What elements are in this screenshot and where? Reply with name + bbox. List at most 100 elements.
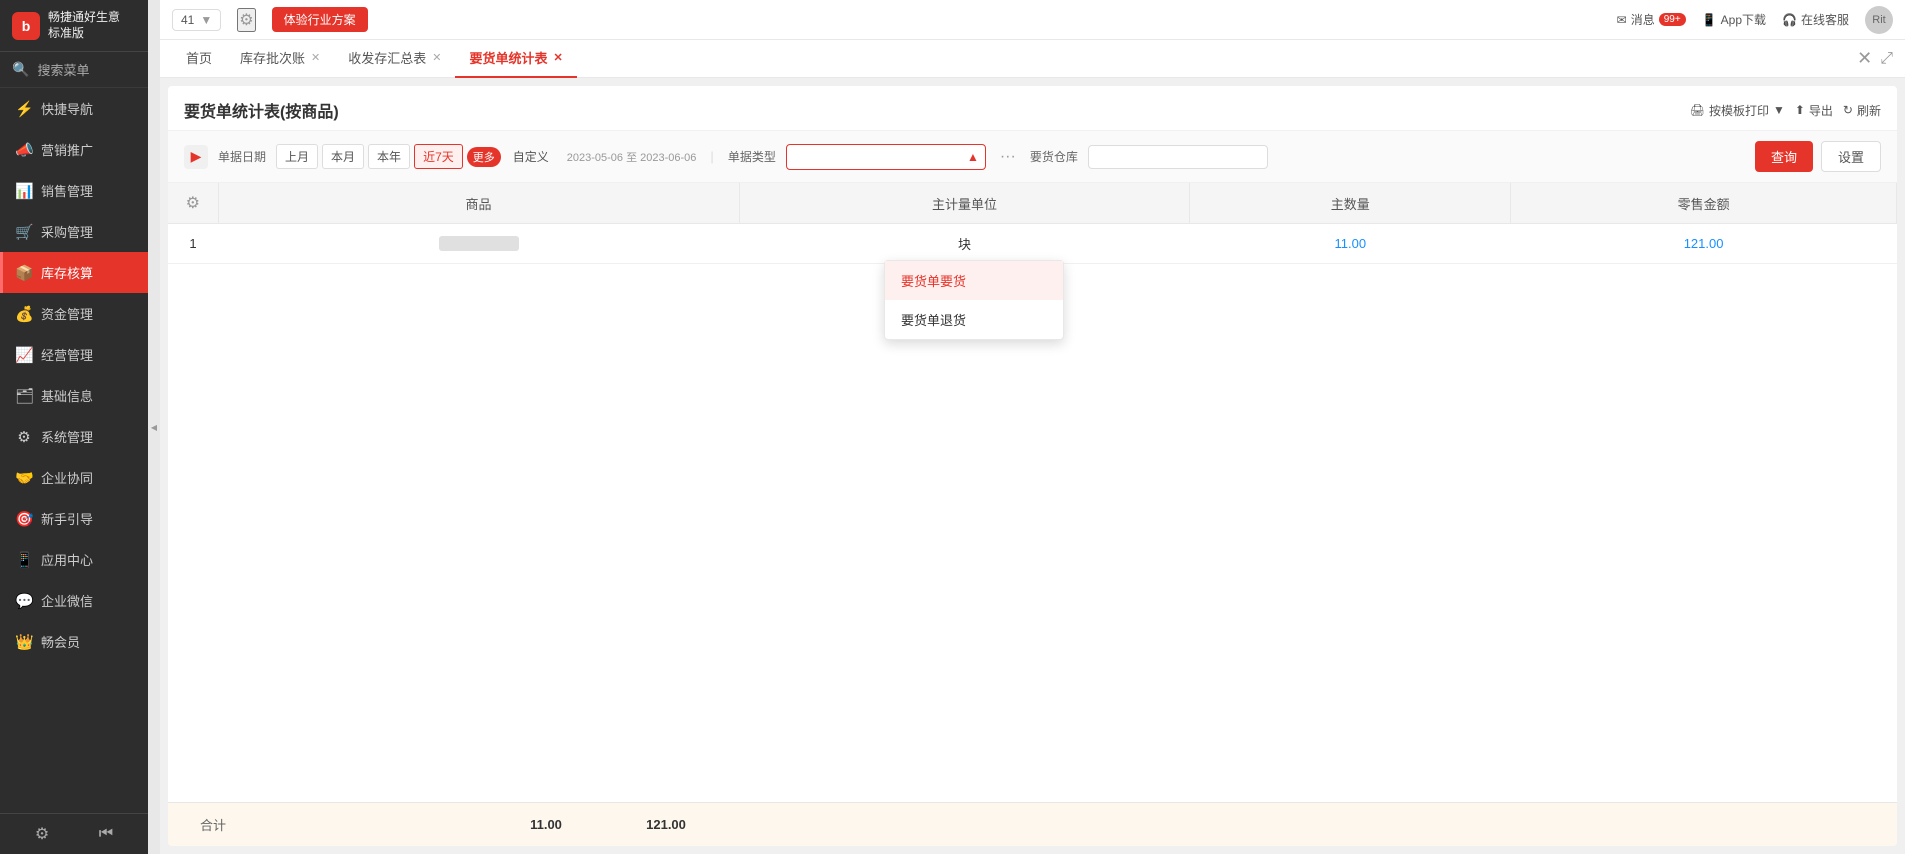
sidebar-collapse-handle[interactable]	[148, 0, 160, 854]
sidebar-item-member[interactable]: 👑 畅会员	[0, 621, 148, 662]
date-this-year-btn[interactable]: 本年	[368, 144, 410, 169]
refresh-btn[interactable]: ↻ 刷新	[1843, 102, 1881, 119]
message-item[interactable]: ✉ 消息 99+	[1617, 11, 1686, 28]
export-icon: ⬆	[1795, 103, 1805, 117]
print-label: 按模板打印	[1709, 102, 1769, 119]
filter-toggle-btn[interactable]: ▶	[184, 145, 208, 169]
sidebar-item-label: 畅会员	[41, 632, 80, 651]
tab-inventory-batch[interactable]: 库存批次账 ✕	[226, 40, 334, 78]
type-filter-wrapper[interactable]: ▲	[786, 144, 986, 170]
date-this-month-btn[interactable]: 本月	[322, 144, 364, 169]
dropdown-item-order-return[interactable]: 要货单退货	[885, 300, 1063, 339]
member-icon: 👑	[15, 633, 33, 651]
top-bar: 41 ▼ ⚙ 体验行业方案 ✉ 消息 99+ 📱 App下载 🎧 在线客服 Ri…	[160, 0, 1905, 40]
app-download-label: App下载	[1721, 11, 1766, 28]
online-service-item[interactable]: 🎧 在线客服	[1782, 11, 1849, 28]
product-name-blurred	[439, 236, 519, 251]
column-settings-icon[interactable]: ⚙	[186, 195, 200, 212]
store-selector[interactable]: 41 ▼	[172, 9, 221, 31]
sidebar-nav: ⚡ 快捷导航 📣 营销推广 📊 销售管理 🛒 采购管理 📦 库存核算 💰 资金管…	[0, 88, 148, 813]
refresh-label: 刷新	[1857, 102, 1881, 119]
table-footer: 合计 11.00 121.00	[168, 802, 1897, 846]
sidebar-item-label: 经营管理	[41, 345, 93, 364]
sidebar-search[interactable]: 🔍 搜索菜单	[0, 52, 148, 88]
filter-divider-1: |	[710, 149, 713, 164]
sidebar-item-inventory[interactable]: 📦 库存核算	[0, 252, 148, 293]
collapse-icon[interactable]: ⏮	[99, 825, 113, 843]
sidebar-item-app-center[interactable]: 📱 应用中心	[0, 539, 148, 580]
print-template-btn[interactable]: 🖨 按模板打印 ▼	[1690, 102, 1785, 119]
search-icon: 🔍	[12, 61, 29, 78]
sidebar-item-guide[interactable]: 🎯 新手引导	[0, 498, 148, 539]
settings-bottom-icon[interactable]: ⚙	[35, 824, 49, 844]
sales-icon: 📊	[15, 182, 33, 200]
query-button[interactable]: 查询	[1755, 141, 1813, 172]
tab-order-stats-close[interactable]: ✕	[554, 51, 563, 64]
date-filter-label: 单据日期	[218, 148, 266, 165]
finance-icon: 💰	[15, 305, 33, 323]
print-chevron-icon: ▼	[1773, 103, 1785, 117]
page-header: 要货单统计表(按商品) 🖨 按模板打印 ▼ ⬆ 导出 ↻ 刷新	[168, 86, 1897, 131]
type-filter-label: 单据类型	[728, 148, 776, 165]
cell-qty[interactable]: 11.00	[1190, 224, 1511, 264]
tab-inventory-batch-close[interactable]: ✕	[311, 51, 320, 64]
app-download-item[interactable]: 📱 App下载	[1702, 11, 1766, 28]
sidebar-logo: b 畅捷通好生意 标准版	[0, 0, 148, 52]
tab-expand-icon[interactable]: ⤢	[1880, 50, 1893, 68]
sidebar-item-enterprise[interactable]: 🤝 企业协同	[0, 457, 148, 498]
type-dropdown: 要货单要货 要货单退货	[884, 260, 1064, 340]
filter-bar: ▶ 单据日期 上月 本月 本年 近7天 更多 自定义 2023-05-06 至 …	[168, 131, 1897, 183]
sidebar-item-sales[interactable]: 📊 销售管理	[0, 170, 148, 211]
logo-icon: b	[12, 12, 40, 40]
sidebar-item-wechat[interactable]: 💬 企业微信	[0, 580, 148, 621]
tab-receivable-close[interactable]: ✕	[432, 51, 441, 64]
dropdown-item-order-goods[interactable]: 要货单要货	[885, 261, 1063, 300]
trial-button[interactable]: 体验行业方案	[272, 7, 368, 32]
sidebar-item-marketing[interactable]: 📣 营销推广	[0, 129, 148, 170]
cell-product	[218, 224, 739, 264]
warehouse-filter-input[interactable]	[1088, 145, 1268, 169]
tab-order-stats-label: 要货单统计表	[469, 48, 547, 67]
tab-order-stats[interactable]: 要货单统计表 ✕	[455, 40, 576, 78]
cell-amount[interactable]: 121.00	[1511, 224, 1897, 264]
user-avatar[interactable]: Rit	[1865, 6, 1893, 34]
settings-button[interactable]: 设置	[1821, 141, 1881, 172]
sidebar-item-label: 营销推广	[41, 140, 93, 159]
gear-button[interactable]: ⚙	[237, 8, 255, 32]
date-7days-btn[interactable]: 近7天	[414, 144, 463, 169]
date-custom-btn[interactable]: 自定义	[505, 145, 557, 168]
sidebar-item-label: 企业微信	[41, 591, 93, 610]
sidebar-item-finance[interactable]: 💰 资金管理	[0, 293, 148, 334]
online-service-label: 在线客服	[1801, 11, 1849, 28]
sidebar-item-quick-nav[interactable]: ⚡ 快捷导航	[0, 88, 148, 129]
sidebar-bottom: ⚙ ⏮	[0, 813, 148, 854]
export-btn[interactable]: ⬆ 导出	[1795, 102, 1833, 119]
tab-close-all-icon[interactable]: ✕	[1857, 48, 1872, 69]
sidebar-item-system[interactable]: ⚙ 系统管理	[0, 416, 148, 457]
tab-bar: 首页 库存批次账 ✕ 收发存汇总表 ✕ 要货单统计表 ✕ ✕ ⤢	[160, 40, 1905, 78]
avatar-text: Rit	[1872, 14, 1885, 26]
print-icon: 🖨	[1690, 103, 1705, 117]
system-icon: ⚙	[15, 428, 33, 446]
type-filter-input[interactable]	[787, 145, 961, 169]
sidebar-item-label: 应用中心	[41, 550, 93, 569]
top-bar-right: ✉ 消息 99+ 📱 App下载 🎧 在线客服 Rit	[1617, 6, 1893, 34]
phone-icon: 📱	[1702, 13, 1717, 27]
sidebar-item-label: 采购管理	[41, 222, 93, 241]
operations-icon: 📈	[15, 346, 33, 364]
filter-more-btn[interactable]: ···	[996, 148, 1020, 166]
tab-home[interactable]: 首页	[172, 40, 226, 78]
table-row: 1 块 11.00 121.00	[168, 224, 1897, 264]
sidebar-item-basic[interactable]: 🗂 基础信息	[0, 375, 148, 416]
date-prev-month-btn[interactable]: 上月	[276, 144, 318, 169]
col-header-qty: 主数量	[1190, 183, 1511, 224]
warehouse-filter-label: 要货仓库	[1030, 148, 1078, 165]
quick-nav-icon: ⚡	[15, 100, 33, 118]
tab-receivable-summary[interactable]: 收发存汇总表 ✕	[334, 40, 455, 78]
footer-label: 合计	[180, 815, 286, 834]
tab-receivable-label: 收发存汇总表	[348, 48, 426, 67]
refresh-icon: ↻	[1843, 103, 1853, 117]
type-filter-chevron-up-icon[interactable]: ▲	[961, 150, 985, 164]
sidebar-item-purchase[interactable]: 🛒 采购管理	[0, 211, 148, 252]
sidebar-item-operations[interactable]: 📈 经营管理	[0, 334, 148, 375]
